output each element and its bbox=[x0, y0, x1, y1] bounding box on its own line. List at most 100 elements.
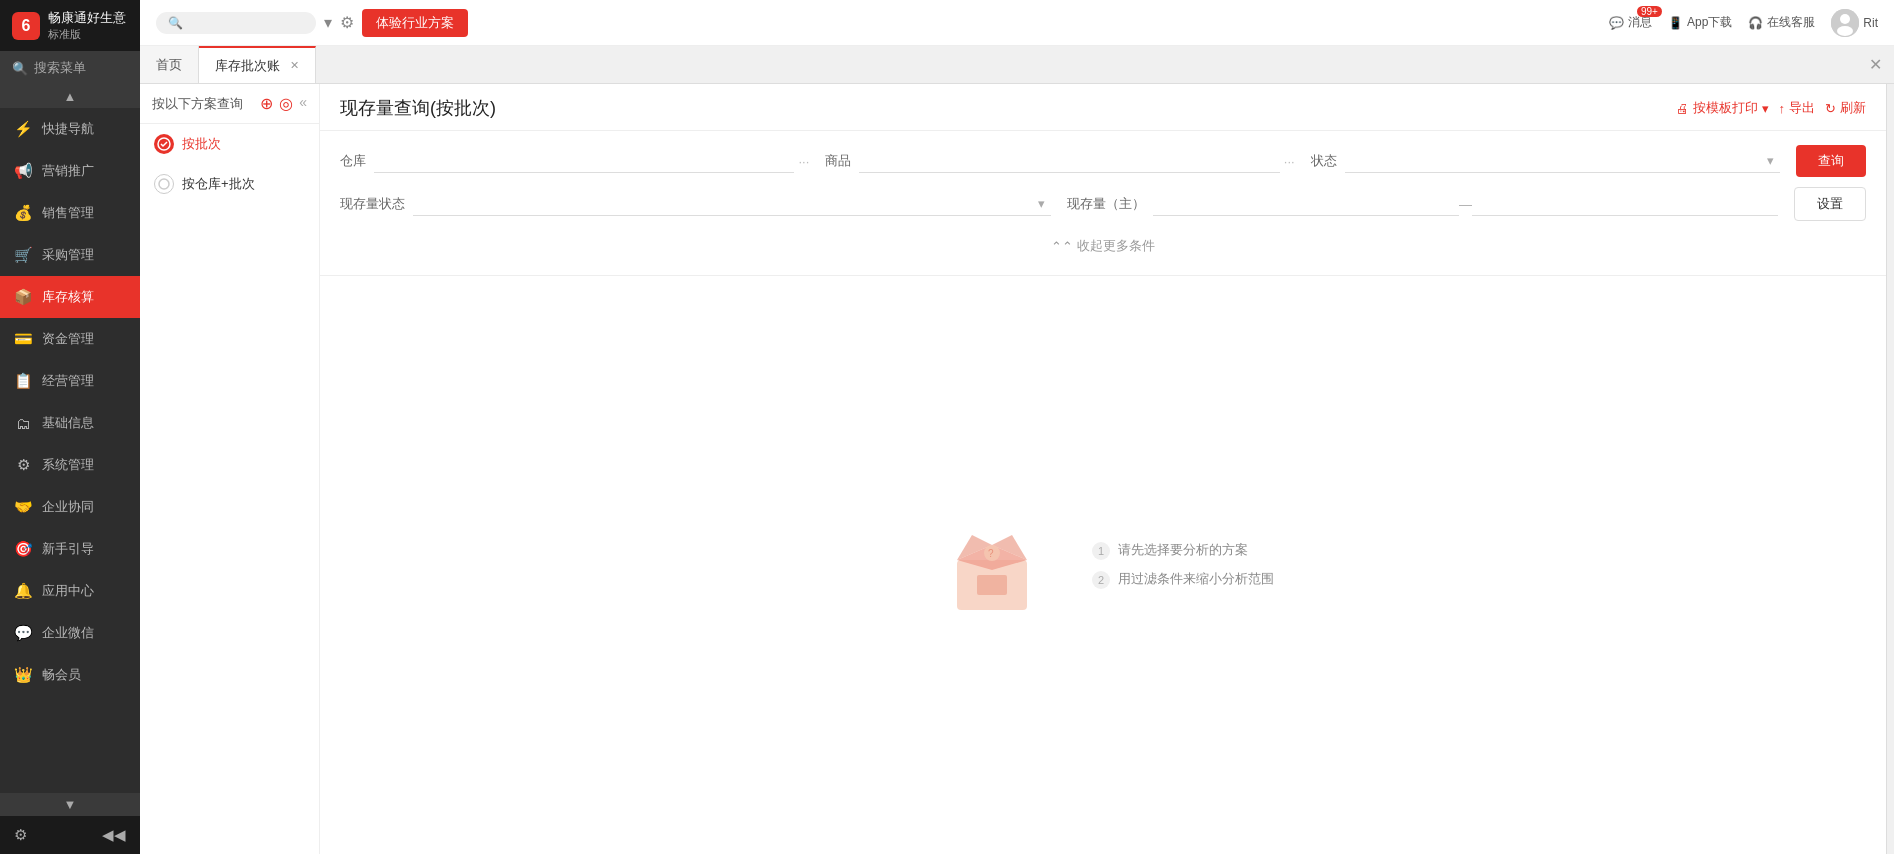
left-panel-icons: ⊕ ◎ « bbox=[260, 94, 307, 113]
topbar-dropdown-icon[interactable]: ▾ bbox=[324, 13, 332, 32]
marketing-icon: 📢 bbox=[14, 162, 32, 180]
sidebar-item-operation[interactable]: 📋 经营管理 bbox=[0, 360, 140, 402]
left-panel: 按以下方案查询 ⊕ ◎ « 按批次 按仓库+批次 bbox=[140, 84, 320, 854]
solution-batch-icon bbox=[154, 134, 174, 154]
product-dots[interactable]: ··· bbox=[1284, 154, 1295, 169]
tab-home-label: 首页 bbox=[156, 56, 182, 74]
inventory-status-arrow-icon: ▾ bbox=[1038, 196, 1045, 211]
sidebar-header-text: 畅康通好生意 标准版 bbox=[48, 10, 126, 41]
sidebar-logo: 6 bbox=[12, 12, 40, 40]
topbar-settings-icon[interactable]: ⚙ bbox=[340, 13, 354, 32]
sidebar-item-wechat[interactable]: 💬 企业微信 bbox=[0, 612, 140, 654]
product-input[interactable] bbox=[859, 149, 1279, 173]
warehouse-input[interactable] bbox=[374, 149, 794, 173]
scroll-up-btn[interactable]: ▲ bbox=[0, 85, 140, 108]
empty-illustration: ? bbox=[932, 505, 1052, 625]
sidebar-item-marketing[interactable]: 📢 营销推广 bbox=[0, 150, 140, 192]
qty-label: 现存量（主） bbox=[1067, 195, 1145, 213]
app-center-icon: 🔔 bbox=[14, 582, 32, 600]
nav-label: 畅会员 bbox=[42, 666, 81, 684]
tab-inventory-batch[interactable]: 库存批次账 ✕ bbox=[199, 46, 316, 83]
sidebar-item-guide[interactable]: 🎯 新手引导 bbox=[0, 528, 140, 570]
sidebar-item-collab[interactable]: 🤝 企业协同 bbox=[0, 486, 140, 528]
avatar bbox=[1831, 9, 1859, 37]
add-solution-icon[interactable]: ⊕ bbox=[260, 94, 273, 113]
settings-btn[interactable]: 设置 bbox=[1794, 187, 1866, 221]
messages-btn[interactable]: 💬 消息 99+ bbox=[1609, 14, 1652, 31]
refresh-btn[interactable]: ↻ 刷新 bbox=[1825, 99, 1866, 117]
scroll-down-btn[interactable]: ▼ bbox=[0, 793, 140, 816]
qty-filter: 现存量（主） — bbox=[1067, 192, 1778, 216]
content-area: 按以下方案查询 ⊕ ◎ « 按批次 按仓库+批次 bbox=[140, 84, 1894, 854]
nav-label: 系统管理 bbox=[42, 456, 94, 474]
service-btn[interactable]: 🎧 在线客服 bbox=[1748, 14, 1815, 31]
app-label: App下载 bbox=[1687, 14, 1732, 31]
company-name: 畅康通好生意 bbox=[48, 10, 126, 27]
query-btn[interactable]: 查询 bbox=[1796, 145, 1866, 177]
qty-max-input[interactable] bbox=[1472, 192, 1778, 216]
sidebar-item-sales[interactable]: 💰 销售管理 bbox=[0, 192, 140, 234]
system-icon: ⚙ bbox=[14, 456, 32, 474]
collapse-panel-icon[interactable]: « bbox=[299, 94, 307, 113]
status-filter: 状态 ▾ bbox=[1311, 149, 1780, 173]
message-badge: 99+ bbox=[1637, 6, 1662, 17]
sidebar-item-finance[interactable]: 💳 资金管理 bbox=[0, 318, 140, 360]
search-icon: 🔍 bbox=[12, 61, 28, 76]
sidebar-item-member[interactable]: 👑 畅会员 bbox=[0, 654, 140, 696]
app-icon: 📱 bbox=[1668, 16, 1683, 30]
collapse-sidebar-icon[interactable]: ◀◀ bbox=[102, 826, 126, 844]
print-dropdown-icon: ▾ bbox=[1762, 101, 1769, 116]
nav-label: 企业微信 bbox=[42, 624, 94, 642]
app-download-btn[interactable]: 📱 App下载 bbox=[1668, 14, 1732, 31]
trial-btn[interactable]: 体验行业方案 bbox=[362, 9, 468, 37]
tab-extra-close[interactable]: ✕ bbox=[1857, 46, 1894, 83]
qty-min-input[interactable] bbox=[1153, 192, 1459, 216]
right-scrollbar[interactable] bbox=[1886, 84, 1894, 854]
print-btn[interactable]: 🖨 按模板打印 ▾ bbox=[1676, 99, 1769, 117]
tip-num-2: 2 bbox=[1092, 571, 1110, 589]
sidebar-item-system[interactable]: ⚙ 系统管理 bbox=[0, 444, 140, 486]
qty-dash: — bbox=[1459, 197, 1472, 212]
settings-footer-icon[interactable]: ⚙ bbox=[14, 826, 27, 844]
page-title: 现存量查询(按批次) bbox=[340, 96, 496, 120]
tab-home[interactable]: 首页 bbox=[140, 46, 199, 83]
collapse-filters-btn[interactable]: ⌃⌃ 收起更多条件 bbox=[340, 231, 1866, 261]
sidebar-item-app-center[interactable]: 🔔 应用中心 bbox=[0, 570, 140, 612]
topbar-right: 💬 消息 99+ 📱 App下载 🎧 在线客服 Rit bbox=[1609, 9, 1878, 37]
inventory-status-select[interactable]: ▾ bbox=[413, 192, 1051, 216]
quick-nav-icon: ⚡ bbox=[14, 120, 32, 138]
topbar: 🔍 ▾ ⚙ 体验行业方案 💬 消息 99+ 📱 App下载 🎧 在线客服 bbox=[140, 0, 1894, 46]
nav-label: 采购管理 bbox=[42, 246, 94, 264]
topbar-search-bar[interactable]: 🔍 bbox=[156, 12, 316, 34]
tip-text-2: 用过滤条件来缩小分析范围 bbox=[1118, 570, 1274, 588]
refresh-label: 刷新 bbox=[1840, 99, 1866, 117]
search-label: 搜索菜单 bbox=[34, 59, 86, 77]
right-main: 现存量查询(按批次) 🖨 按模板打印 ▾ ↑ 导出 ↻ 刷新 bbox=[320, 84, 1886, 854]
nav-label: 营销推广 bbox=[42, 162, 94, 180]
main-area: 🔍 ▾ ⚙ 体验行业方案 💬 消息 99+ 📱 App下载 🎧 在线客服 bbox=[140, 0, 1894, 854]
sidebar-item-basic[interactable]: 🗂 基础信息 bbox=[0, 402, 140, 444]
sales-icon: 💰 bbox=[14, 204, 32, 222]
user-name: Rit bbox=[1863, 16, 1878, 30]
solution-settings-icon[interactable]: ◎ bbox=[279, 94, 293, 113]
solution-warehouse-batch[interactable]: 按仓库+批次 bbox=[140, 164, 319, 204]
sidebar-item-inventory[interactable]: 📦 库存核算 bbox=[0, 276, 140, 318]
status-select[interactable]: ▾ bbox=[1345, 149, 1780, 173]
solution-batch-label: 按批次 bbox=[182, 135, 221, 153]
user-profile[interactable]: Rit bbox=[1831, 9, 1878, 37]
warehouse-dots[interactable]: ··· bbox=[798, 154, 809, 169]
tab-close-btn[interactable]: ✕ bbox=[290, 59, 299, 72]
solution-warehouse-batch-label: 按仓库+批次 bbox=[182, 175, 255, 193]
sidebar-item-purchase[interactable]: 🛒 采购管理 bbox=[0, 234, 140, 276]
sidebar-search[interactable]: 🔍 搜索菜单 bbox=[0, 51, 140, 85]
print-label: 按模板打印 bbox=[1693, 99, 1758, 117]
member-icon: 👑 bbox=[14, 666, 32, 684]
solution-batch[interactable]: 按批次 bbox=[140, 124, 319, 164]
sidebar-item-quick-nav[interactable]: ⚡ 快捷导航 bbox=[0, 108, 140, 150]
solution-warehouse-icon bbox=[154, 174, 174, 194]
inventory-icon: 📦 bbox=[14, 288, 32, 306]
close-icon: ✕ bbox=[1869, 55, 1882, 74]
export-btn[interactable]: ↑ 导出 bbox=[1779, 99, 1816, 117]
refresh-icon: ↻ bbox=[1825, 101, 1836, 116]
export-icon: ↑ bbox=[1779, 101, 1786, 116]
